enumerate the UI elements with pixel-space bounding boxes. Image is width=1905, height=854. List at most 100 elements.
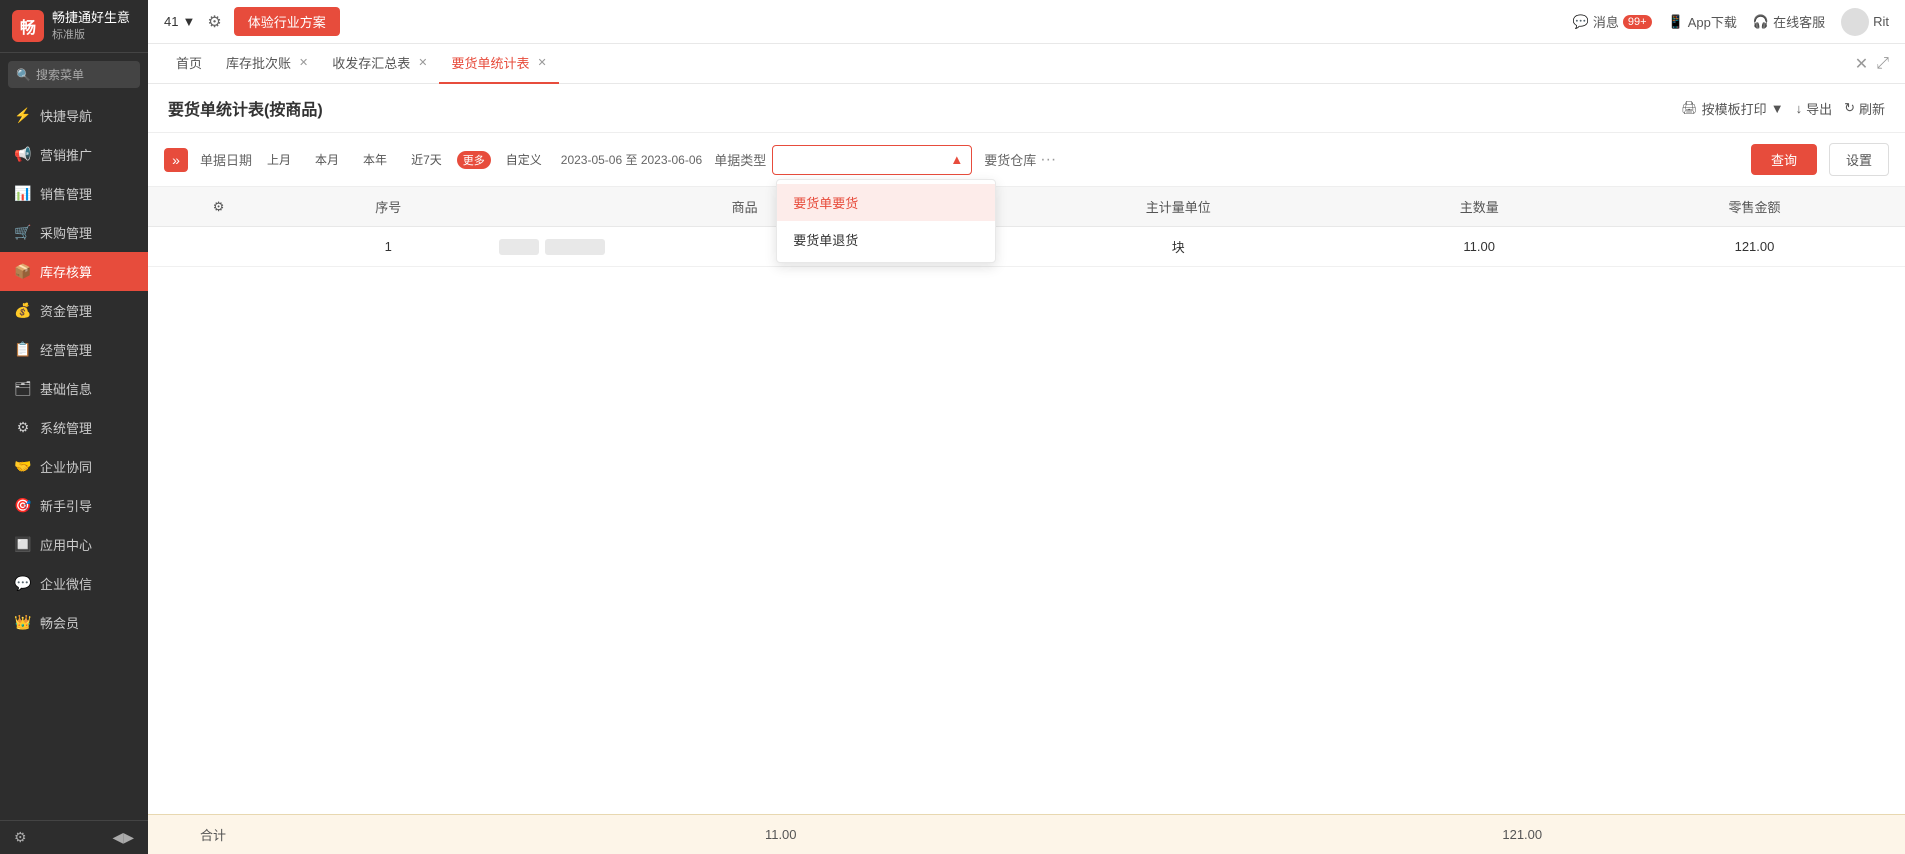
sidebar-item-inventory[interactable]: 📦 库存核算 (0, 252, 148, 291)
date-year-btn[interactable]: 本年 (354, 147, 396, 172)
tab-order-stats-close[interactable]: ✕ (538, 56, 547, 69)
sidebar-item-finance[interactable]: 💰 资金管理 (0, 291, 148, 330)
inventory-icon: 📦 (14, 263, 32, 280)
type-label: 单据类型 (714, 150, 766, 169)
tab-recv-summary-close[interactable]: ✕ (418, 56, 427, 69)
sidebar-collapse-btn[interactable]: ◀▶ (112, 829, 134, 846)
print-icon: 🖨 (1681, 100, 1698, 116)
sidebar-item-marketing[interactable]: 📢 营销推广 (0, 135, 148, 174)
sidebar-item-enterprise[interactable]: 🤝 企业协同 (0, 447, 148, 486)
sidebar-item-app-center[interactable]: 🔲 应用中心 (0, 525, 148, 564)
page-header: 要货单统计表(按商品) 🖨 按模板打印 ▼ ↓ 导出 ↻ 刷新 (148, 84, 1905, 133)
tab-inventory-batch-close[interactable]: ✕ (299, 56, 308, 69)
user-avatar[interactable]: Rit (1841, 8, 1889, 36)
page-header-actions: 🖨 按模板打印 ▼ ↓ 导出 ↻ 刷新 (1681, 99, 1885, 130)
sidebar-item-label: 快捷导航 (40, 106, 92, 125)
sidebar-search[interactable]: 🔍 搜索菜单 (8, 61, 140, 88)
sidebar-item-base[interactable]: 🗂 基础信息 (0, 369, 148, 408)
tab-close-all-btn[interactable]: ✕ (1855, 54, 1868, 74)
refresh-label: 刷新 (1859, 99, 1885, 118)
enterprise-icon: 🤝 (14, 458, 32, 475)
footer-qty: 11.00 (410, 827, 1152, 842)
footer-amount-val: 121.00 (1502, 827, 1542, 842)
date-custom-btn[interactable]: 自定义 (497, 147, 551, 172)
sidebar-item-label: 销售管理 (40, 184, 92, 203)
row-amount-cell: 121.00 (1604, 227, 1905, 267)
sidebar-item-label: 企业微信 (40, 574, 92, 593)
type-select-arrow[interactable]: ▲ (950, 152, 963, 167)
footer-qty-val: 11.00 (765, 827, 797, 842)
app-download-btn[interactable]: 📱 App下载 (1668, 12, 1737, 31)
filter-expand-btn[interactable]: » (164, 148, 188, 172)
tab-order-stats[interactable]: 要货单统计表 ✕ (439, 44, 558, 84)
date-curr-btn[interactable]: 本月 (306, 147, 348, 172)
filter-more-icon[interactable]: ··· (1040, 151, 1056, 169)
main: 41 ▼ ⚙ 体验行业方案 💬 消息 99+ 📱 App下载 🎧 在线客服 (148, 0, 1905, 854)
table-row: 1 块 11.00 121.00 (148, 227, 1905, 267)
sidebar-item-quick-nav[interactable]: ⚡ 快捷导航 (0, 96, 148, 135)
tab-actions: ✕ ⤢ (1855, 54, 1889, 74)
col-qty: 主数量 (1354, 187, 1604, 227)
base-icon: 🗂 (14, 380, 32, 397)
tab-inventory-batch-label: 库存批次账 (226, 53, 291, 72)
sidebar-item-operation[interactable]: 📋 经营管理 (0, 330, 148, 369)
logo-icon: 畅 (12, 10, 44, 42)
date-more-badge[interactable]: 更多 (457, 151, 491, 169)
tabbar: 首页 库存批次账 ✕ 收发存汇总表 ✕ 要货单统计表 ✕ ✕ ⤢ (148, 44, 1905, 84)
export-btn[interactable]: ↓ 导出 (1796, 99, 1833, 118)
refresh-btn[interactable]: ↻ 刷新 (1844, 99, 1885, 118)
tab-recv-summary-label: 收发存汇总表 (332, 53, 410, 72)
sidebar-item-system[interactable]: ⚙ 系统管理 (0, 408, 148, 447)
tab-inventory-batch[interactable]: 库存批次账 ✕ (214, 44, 320, 84)
sidebar-item-sales[interactable]: 📊 销售管理 (0, 174, 148, 213)
finance-icon: 💰 (14, 302, 32, 319)
store-selector[interactable]: 41 ▼ (164, 14, 195, 29)
tab-home[interactable]: 首页 (164, 44, 214, 84)
col-no: 序号 (289, 187, 487, 227)
topbar-settings-icon[interactable]: ⚙ (207, 12, 221, 32)
topbar: 41 ▼ ⚙ 体验行业方案 💬 消息 99+ 📱 App下载 🎧 在线客服 (148, 0, 1905, 44)
online-service-btn[interactable]: 🎧 在线客服 (1753, 12, 1825, 31)
sidebar-search-label: 搜索菜单 (36, 66, 84, 83)
enterprise-wechat-icon: 💬 (14, 575, 32, 592)
sidebar-nav: ⚡ 快捷导航 📢 营销推广 📊 销售管理 🛒 采购管理 📦 库存核算 💰 资金管… (0, 96, 148, 820)
row-settings-cell (148, 227, 289, 267)
message-icon: 💬 (1573, 14, 1589, 30)
trial-btn[interactable]: 体验行业方案 (234, 7, 340, 36)
sidebar-item-label: 库存核算 (40, 262, 92, 281)
sidebar-item-label: 畅会员 (40, 613, 79, 632)
app-center-icon: 🔲 (14, 536, 32, 553)
date-7days-btn[interactable]: 近7天 (402, 147, 451, 172)
topbar-right: 💬 消息 99+ 📱 App下载 🎧 在线客服 Rit (1573, 8, 1889, 36)
store-name: 41 (164, 14, 178, 29)
marketing-icon: 📢 (14, 146, 32, 163)
query-btn[interactable]: 查询 (1751, 144, 1817, 175)
dropdown-item-purchase-order[interactable]: 要货单要货 (777, 184, 995, 221)
footer-label-text: 合计 (200, 828, 226, 843)
logo-name: 畅捷通好生意 (52, 10, 130, 26)
message-badge: 99+ (1623, 15, 1652, 29)
tab-recv-summary[interactable]: 收发存汇总表 ✕ (320, 44, 439, 84)
tab-expand-btn[interactable]: ⤢ (1876, 55, 1889, 73)
type-dropdown: 要货单要货 要货单退货 (776, 179, 996, 263)
sidebar-item-label: 应用中心 (40, 535, 92, 554)
sidebar-settings-btn[interactable]: ⚙ (14, 829, 27, 846)
footer-label: 合计 (160, 825, 410, 844)
col-settings[interactable]: ⚙ (148, 187, 289, 227)
sidebar-item-guide[interactable]: 🎯 新手引导 (0, 486, 148, 525)
sidebar-item-purchase[interactable]: 🛒 采购管理 (0, 213, 148, 252)
dropdown-item-purchase-return[interactable]: 要货单退货 (777, 221, 995, 258)
app-download-icon: 📱 (1668, 14, 1684, 30)
footer-amount: 121.00 (1152, 827, 1894, 842)
message-btn[interactable]: 💬 消息 99+ (1573, 12, 1652, 31)
sidebar-item-member[interactable]: 👑 畅会员 (0, 603, 148, 642)
quick-nav-icon: ⚡ (14, 107, 32, 124)
data-table: ⚙ 序号 商品 主计量单位 主数量 零售金额 1 (148, 187, 1905, 267)
date-prev-btn[interactable]: 上月 (258, 147, 300, 172)
print-template-btn[interactable]: 🖨 按模板打印 ▼ (1681, 99, 1783, 118)
col-amount: 零售金额 (1604, 187, 1905, 227)
setting-btn[interactable]: 设置 (1829, 143, 1889, 176)
sidebar-item-enterprise-wechat[interactable]: 💬 企业微信 (0, 564, 148, 603)
sidebar-item-label: 资金管理 (40, 301, 92, 320)
type-select[interactable]: ▲ (772, 145, 972, 175)
